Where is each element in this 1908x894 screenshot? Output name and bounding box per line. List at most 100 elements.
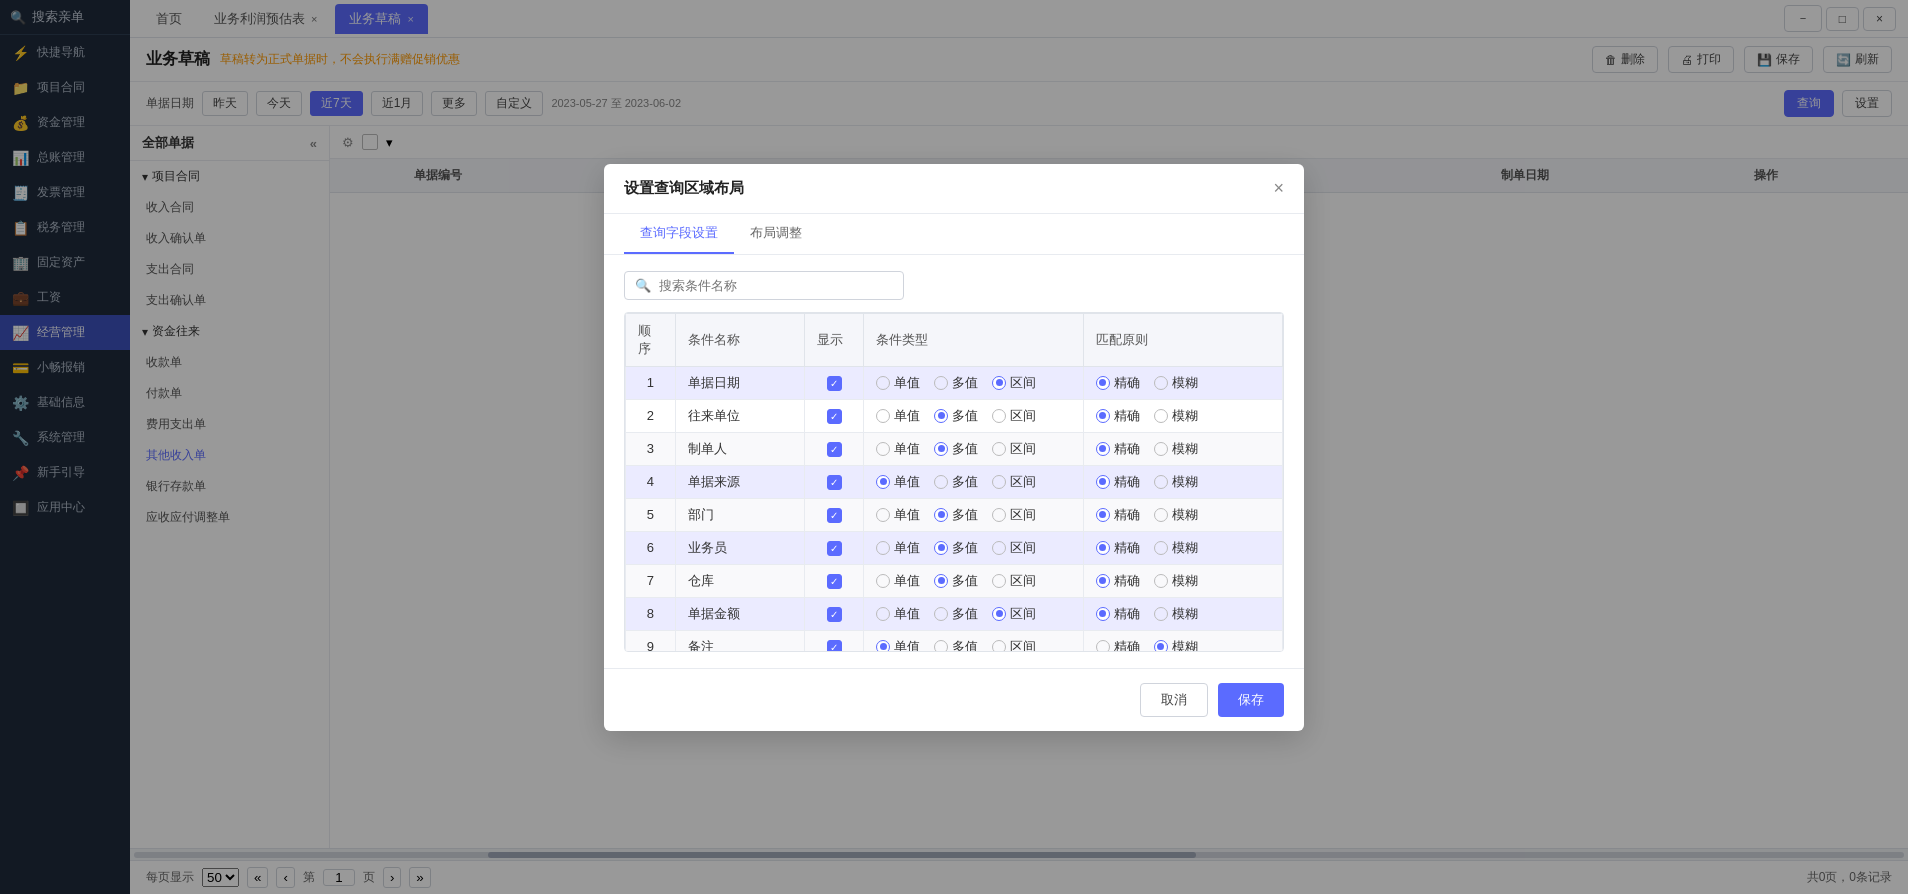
radio-type-type_single[interactable]: 单值 [876,407,920,425]
radio-label: 单值 [894,473,920,491]
radio-label: 多值 [952,440,978,458]
radio-match-match_fuzzy[interactable]: 模糊 [1154,473,1198,491]
row-show-checkbox[interactable]: ✓ [804,597,864,630]
row-match: 精确模糊 [1083,498,1282,531]
radio-match-match_fuzzy[interactable]: 模糊 [1154,374,1198,392]
checkbox[interactable]: ✓ [827,475,842,490]
checkbox[interactable]: ✓ [827,574,842,589]
radio-type-type_single[interactable]: 单值 [876,572,920,590]
row-order: 9 [626,630,676,652]
settings-table-row: 1单据日期✓单值多值区间精确模糊 [626,366,1283,399]
row-show-checkbox[interactable]: ✓ [804,465,864,498]
row-order: 4 [626,465,676,498]
radio-match-match_fuzzy[interactable]: 模糊 [1154,572,1198,590]
radio-circle [934,376,948,390]
radio-match-match_fuzzy[interactable]: 模糊 [1154,440,1198,458]
radio-type-type_single[interactable]: 单值 [876,605,920,623]
row-type: 单值多值区间 [864,630,1084,652]
radio-type-type_single[interactable]: 单值 [876,539,920,557]
radio-type-type_multi[interactable]: 多值 [934,506,978,524]
settings-table-row: 9备注✓单值多值区间精确模糊 [626,630,1283,652]
cancel-button[interactable]: 取消 [1140,683,1208,717]
th-name: 条件名称 [675,313,804,366]
radio-match-match_fuzzy[interactable]: 模糊 [1154,539,1198,557]
radio-match-match_exact[interactable]: 精确 [1096,638,1140,652]
radio-type-type_range[interactable]: 区间 [992,374,1036,392]
checkbox[interactable]: ✓ [827,541,842,556]
row-order: 2 [626,399,676,432]
radio-type-type_range[interactable]: 区间 [992,440,1036,458]
modal-search-input[interactable] [659,278,893,293]
radio-type-type_multi[interactable]: 多值 [934,374,978,392]
checkbox[interactable]: ✓ [827,409,842,424]
radio-match-match_exact[interactable]: 精确 [1096,473,1140,491]
radio-match-match_exact[interactable]: 精确 [1096,440,1140,458]
radio-type-type_range[interactable]: 区间 [992,638,1036,652]
search-icon: 🔍 [635,278,651,293]
radio-circle [876,574,890,588]
radio-type-type_single[interactable]: 单值 [876,440,920,458]
radio-type-type_single[interactable]: 单值 [876,638,920,652]
radio-match-match_exact[interactable]: 精确 [1096,605,1140,623]
radio-circle [876,376,890,390]
checkbox[interactable]: ✓ [827,442,842,457]
radio-type-type_multi[interactable]: 多值 [934,440,978,458]
radio-type-type_range[interactable]: 区间 [992,506,1036,524]
row-show-checkbox[interactable]: ✓ [804,564,864,597]
radio-match-match_exact[interactable]: 精确 [1096,572,1140,590]
modal-tab-layout-adjust[interactable]: 布局调整 [734,214,818,254]
row-order: 5 [626,498,676,531]
checkbox[interactable]: ✓ [827,508,842,523]
radio-label: 精确 [1114,638,1140,652]
row-show-checkbox[interactable]: ✓ [804,399,864,432]
radio-circle [1096,376,1110,390]
radio-type-type_range[interactable]: 区间 [992,473,1036,491]
modal-save-button[interactable]: 保存 [1218,683,1284,717]
radio-type-type_multi[interactable]: 多值 [934,638,978,652]
radio-type-type_multi[interactable]: 多值 [934,605,978,623]
modal-close-button[interactable]: × [1273,178,1284,199]
radio-circle [1154,508,1168,522]
radio-circle [934,442,948,456]
radio-match-match_fuzzy[interactable]: 模糊 [1154,506,1198,524]
radio-type-type_range[interactable]: 区间 [992,572,1036,590]
modal-tab-field-settings[interactable]: 查询字段设置 [624,214,734,254]
row-condition-name: 往来单位 [675,399,804,432]
radio-type-type_single[interactable]: 单值 [876,473,920,491]
radio-match-match_exact[interactable]: 精确 [1096,407,1140,425]
checkbox[interactable]: ✓ [827,640,842,652]
radio-type-type_single[interactable]: 单值 [876,506,920,524]
radio-type-type_single[interactable]: 单值 [876,374,920,392]
radio-circle [1154,607,1168,621]
checkbox[interactable]: ✓ [827,607,842,622]
radio-circle [876,409,890,423]
row-condition-name: 单据金额 [675,597,804,630]
radio-match-match_exact[interactable]: 精确 [1096,539,1140,557]
checkbox[interactable]: ✓ [827,376,842,391]
row-show-checkbox[interactable]: ✓ [804,630,864,652]
radio-circle [876,640,890,652]
row-show-checkbox[interactable]: ✓ [804,366,864,399]
radio-circle [1154,442,1168,456]
row-show-checkbox[interactable]: ✓ [804,498,864,531]
settings-table-row: 7仓库✓单值多值区间精确模糊 [626,564,1283,597]
radio-match-match_fuzzy[interactable]: 模糊 [1154,638,1198,652]
radio-circle [1096,640,1110,652]
radio-match-match_exact[interactable]: 精确 [1096,374,1140,392]
radio-match-match_fuzzy[interactable]: 模糊 [1154,407,1198,425]
row-order: 7 [626,564,676,597]
row-show-checkbox[interactable]: ✓ [804,432,864,465]
radio-type-type_range[interactable]: 区间 [992,605,1036,623]
modal-search-box: 🔍 [624,271,904,300]
radio-circle [1096,574,1110,588]
radio-match-match_exact[interactable]: 精确 [1096,506,1140,524]
radio-match-match_fuzzy[interactable]: 模糊 [1154,605,1198,623]
radio-type-type_multi[interactable]: 多值 [934,407,978,425]
row-show-checkbox[interactable]: ✓ [804,531,864,564]
radio-type-type_range[interactable]: 区间 [992,539,1036,557]
radio-label: 单值 [894,605,920,623]
radio-type-type_multi[interactable]: 多值 [934,572,978,590]
radio-type-type_multi[interactable]: 多值 [934,539,978,557]
radio-type-type_multi[interactable]: 多值 [934,473,978,491]
radio-type-type_range[interactable]: 区间 [992,407,1036,425]
